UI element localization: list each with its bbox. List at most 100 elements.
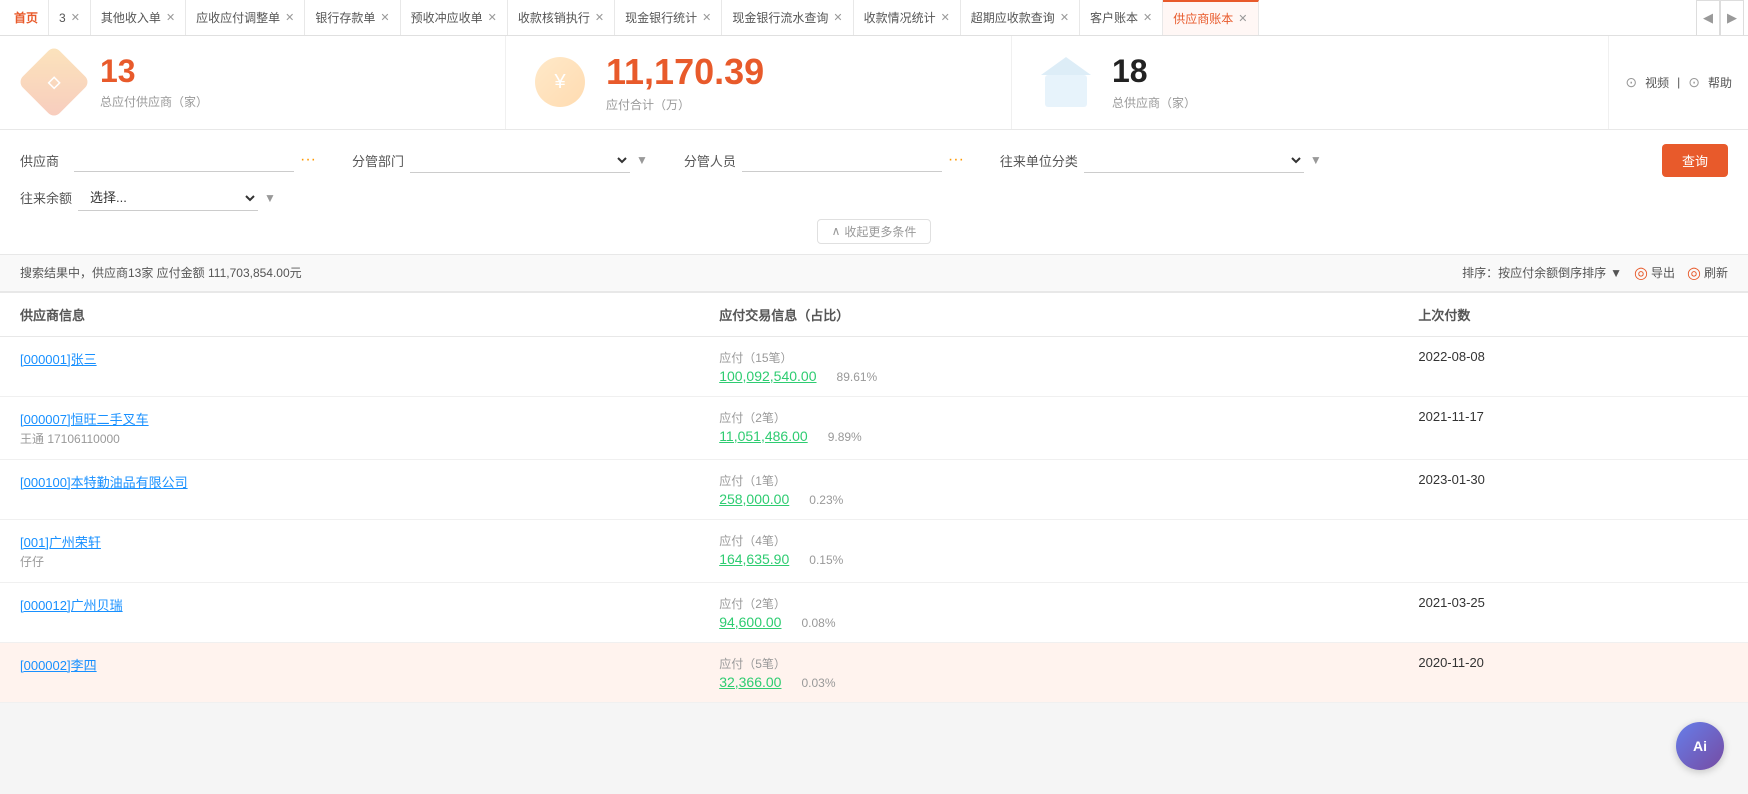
ai-button-label: Ai (1693, 738, 1707, 754)
supplier-input[interactable] (74, 148, 294, 172)
tx-info-cell: 应付（1笔）258,000.000.23% (699, 459, 1398, 519)
close-icon[interactable]: ✕ (1060, 11, 1069, 24)
close-icon[interactable]: ✕ (595, 11, 604, 24)
last-pay-cell: 2020-11-20 (1398, 642, 1748, 702)
query-button[interactable]: 查询 (1662, 144, 1728, 177)
nav-tab-receipt-stat[interactable]: 收款情况统计 ✕ (854, 0, 961, 36)
collapse-row: ∧ 收起更多条件 (20, 219, 1728, 244)
summary-card-total-suppliers: 18 总供应商（家） (1012, 36, 1609, 129)
nav-tab-customer-label: 客户账本 (1090, 9, 1138, 26)
nav-tab-cash-stat[interactable]: 现金银行统计 ✕ (615, 0, 722, 36)
close-icon[interactable]: ✕ (71, 11, 80, 24)
tx-amount[interactable]: 94,600.00 (719, 614, 781, 630)
close-icon[interactable]: ✕ (166, 11, 175, 24)
dept-arrow-icon[interactable]: ▼ (636, 153, 648, 167)
nav-next-arrow[interactable]: ▶ (1720, 0, 1744, 36)
video-link[interactable]: 视频 (1645, 74, 1669, 91)
nav-tab-prepay[interactable]: 预收冲应收单 ✕ (401, 0, 508, 36)
diamond-inner: ◇ (48, 72, 60, 92)
last-pay-cell: 2023-01-30 (1398, 459, 1748, 519)
tx-info-cell: 应付（4笔）164,635.900.15% (699, 519, 1398, 582)
category-arrow-icon[interactable]: ▼ (1310, 153, 1322, 167)
balance-filter-label: 往来余额 (20, 188, 72, 207)
summary-card-suppliers: ◇ 13 总应付供应商（家） (0, 36, 506, 129)
filter-balance: 往来余额 选择... ▼ (20, 185, 276, 211)
nav-tab-cash-query[interactable]: 现金银行流水查询 ✕ (722, 0, 853, 36)
nav-tab-prepay-label: 预收冲应收单 (411, 9, 483, 26)
supplier-sub-info: 仔仔 (20, 553, 679, 570)
tx-percentage: 0.03% (793, 676, 835, 690)
supplier-link[interactable]: [000002]李四 (20, 658, 97, 673)
supplier-info-cell: [000007]恒旺二手叉车王通 17106110000 (0, 396, 699, 459)
nav-tab-3[interactable]: 3 ✕ (49, 0, 91, 36)
total-payable-suppliers-number: 13 (100, 54, 208, 89)
table-row: [000012]广州贝瑞应付（2笔）94,600.000.08%2021-03-… (0, 582, 1748, 642)
nav-tab-receipt-verify[interactable]: 收款核销执行 ✕ (508, 0, 615, 36)
balance-select[interactable]: 选择... (78, 185, 258, 211)
th-tx-info: 应付交易信息（占比） (699, 293, 1398, 337)
payable-total-number: 11,170.39 (606, 52, 764, 92)
filter-supplier: 供应商 ··· (20, 148, 316, 172)
tx-amount[interactable]: 164,635.90 (719, 551, 789, 567)
filter-person: 分管人员 ··· (684, 148, 964, 172)
close-icon[interactable]: ✕ (1238, 12, 1247, 25)
supplier-link[interactable]: [001]广州荣轩 (20, 535, 101, 550)
nav-tab-home[interactable]: 首页 (4, 0, 49, 36)
supplier-link[interactable]: [000001]张三 (20, 352, 97, 367)
supplier-info-cell: [000001]张三 (0, 336, 699, 396)
help-link[interactable]: 帮助 (1708, 74, 1732, 91)
supplier-dots-icon[interactable]: ··· (300, 151, 316, 169)
supplier-link[interactable]: [000007]恒旺二手叉车 (20, 412, 149, 427)
ai-button[interactable]: Ai (1676, 722, 1724, 770)
close-icon[interactable]: ✕ (941, 11, 950, 24)
tx-label: 应付（5笔） (719, 655, 1378, 672)
dept-select[interactable] (410, 147, 630, 173)
close-icon[interactable]: ✕ (285, 11, 294, 24)
table-row: [000002]李四 应付（5笔） 32,366.00 0.03% 2020-11-20 (0, 642, 1748, 702)
nav-tab-customer[interactable]: 客户账本 ✕ (1080, 0, 1163, 36)
tx-amount[interactable]: 32,366.00 (719, 674, 781, 690)
nav-tab-bank[interactable]: 银行存款单 ✕ (305, 0, 400, 36)
nav-tab-receipt-stat-label: 收款情况统计 (864, 9, 936, 26)
filter-row-2: 往来余额 选择... ▼ (20, 185, 1728, 211)
close-icon[interactable]: ✕ (833, 11, 842, 24)
category-select[interactable] (1084, 147, 1304, 173)
nav-prev-arrow[interactable]: ◀ (1696, 0, 1720, 36)
tx-amount[interactable]: 258,000.00 (719, 491, 789, 507)
total-suppliers-number: 18 (1112, 53, 1196, 90)
sort-button[interactable]: 排序：按应付余额倒序排序 ▼ (1462, 264, 1622, 281)
refresh-button[interactable]: ◎ 刷新 (1687, 263, 1728, 283)
nav-tab-overdue[interactable]: 超期应收款查询 ✕ (961, 0, 1080, 36)
supplier-link[interactable]: [000012]广州贝瑞 (20, 598, 123, 613)
person-dots-icon[interactable]: ··· (948, 151, 964, 169)
result-right-actions: 排序：按应付余额倒序排序 ▼ ◎ 导出 ◎ 刷新 (1462, 263, 1728, 283)
close-icon[interactable]: ✕ (702, 11, 711, 24)
tx-percentage: 0.08% (793, 616, 835, 630)
person-input[interactable] (742, 148, 942, 172)
supplier-icon-wrap: ◇ (24, 52, 84, 112)
sort-label: 排序：按应付余额倒序排序 (1462, 264, 1606, 281)
tx-percentage: 9.89% (820, 430, 862, 444)
filter-dept: 分管部门 ▼ (352, 147, 648, 173)
nav-tab-supplier[interactable]: 供应商账本 ✕ (1163, 0, 1258, 36)
collapse-button[interactable]: ∧ 收起更多条件 (817, 219, 932, 244)
table-row: [000100]本特勤油品有限公司 应付（1笔）258,000.000.23%20… (0, 459, 1748, 519)
last-pay-cell: 2022-08-08 (1398, 336, 1748, 396)
nav-tab-ar-ap-label: 应收应付调整单 (196, 9, 280, 26)
sort-arrow-icon: ▼ (1610, 266, 1622, 280)
export-button[interactable]: ◎ 导出 (1634, 263, 1675, 283)
close-icon[interactable]: ✕ (488, 11, 497, 24)
nav-tab-ar-ap[interactable]: 应收应付调整单 ✕ (186, 0, 305, 36)
nav-tab-other-income[interactable]: 其他收入单 ✕ (91, 0, 186, 36)
supplier-link[interactable]: [000100]本特勤油品有限公司 (20, 475, 188, 490)
help-circle-icon: ⊙ (1688, 74, 1700, 91)
tx-amount[interactable]: 11,051,486.00 (719, 428, 808, 444)
tx-info-cell: 应付（5笔） 32,366.00 0.03% (699, 642, 1398, 702)
table-header: 供应商信息 应付交易信息（占比） 上次付数 (0, 293, 1748, 337)
close-icon[interactable]: ✕ (380, 11, 389, 24)
result-bar: 搜索结果中，供应商13家 应付金额 111,703,854.00元 排序：按应付… (0, 255, 1748, 292)
tx-amount[interactable]: 100,092,540.00 (719, 368, 816, 384)
close-icon[interactable]: ✕ (1143, 11, 1152, 24)
video-circle-icon: ⊙ (1625, 74, 1637, 91)
balance-arrow-icon[interactable]: ▼ (264, 191, 276, 205)
